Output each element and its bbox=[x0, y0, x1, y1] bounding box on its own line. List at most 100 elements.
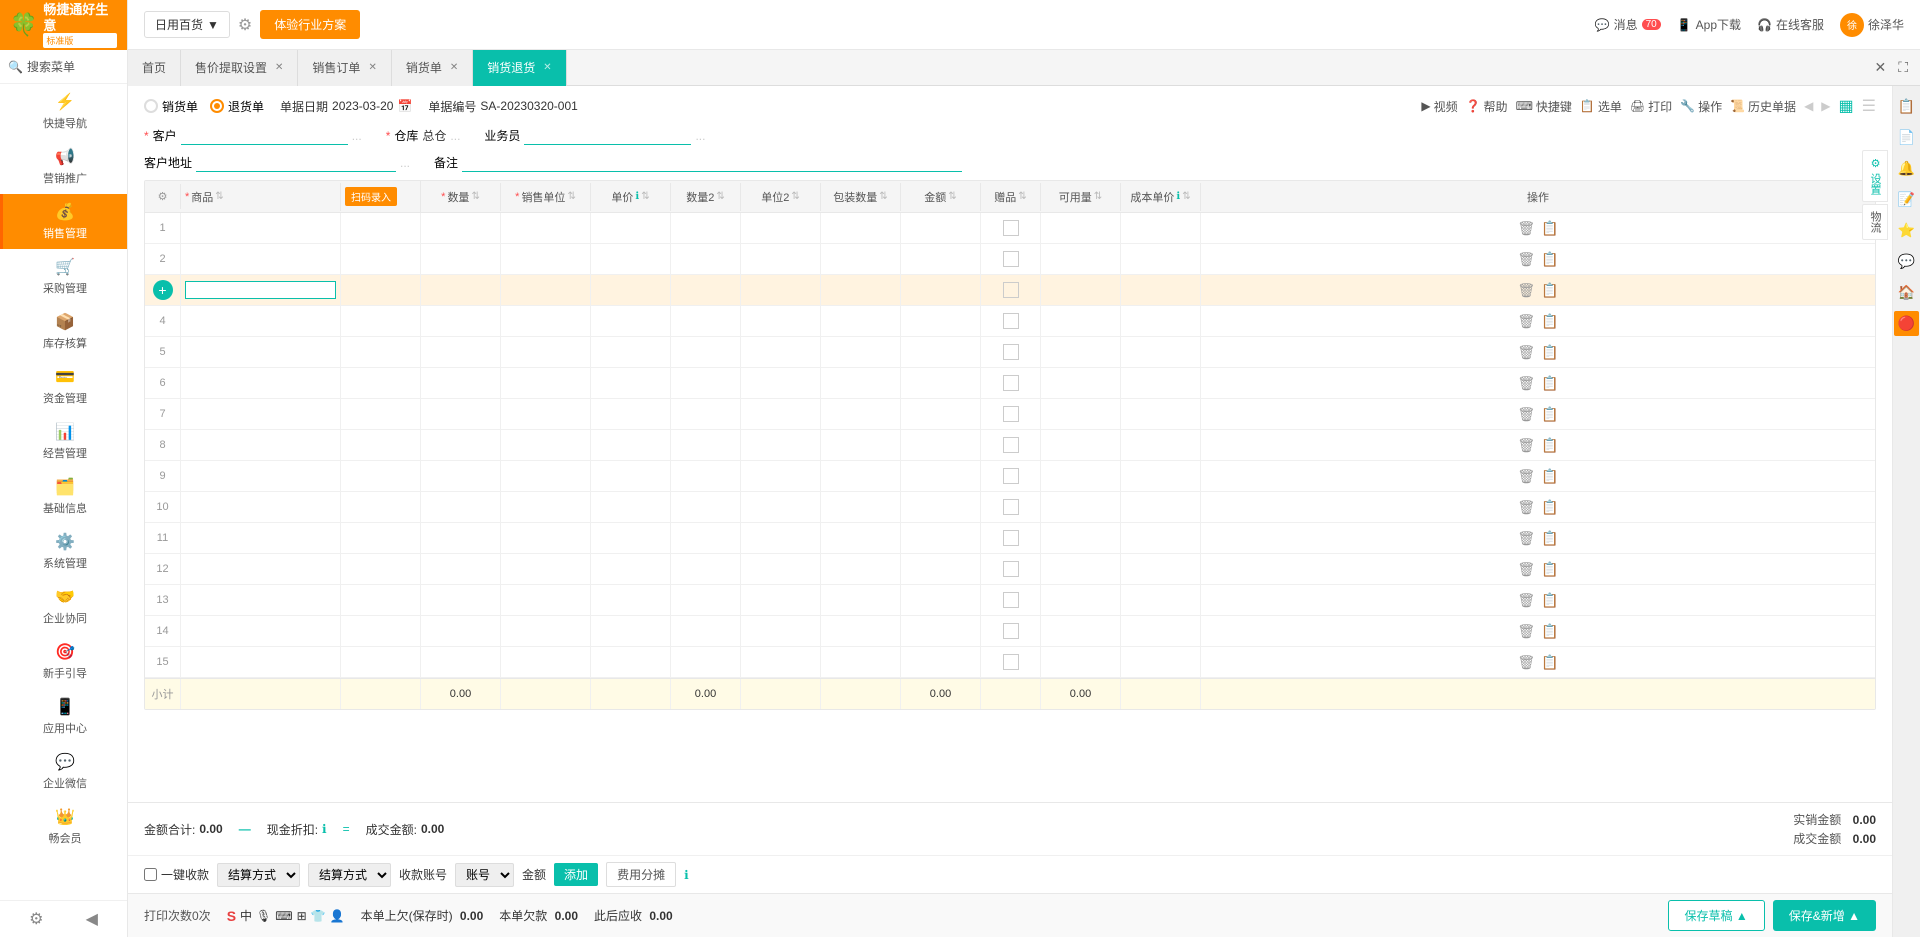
tab-sales-close[interactable]: ✕ bbox=[450, 62, 458, 73]
delete-row-btn[interactable]: 🗑 bbox=[1514, 498, 1538, 517]
copy-row-btn[interactable]: 📋 bbox=[1538, 312, 1561, 331]
save-draft-dropdown[interactable]: ▲ bbox=[1736, 909, 1748, 923]
industry-select[interactable]: 日用百货 ▼ bbox=[144, 11, 230, 38]
copy-row-btn[interactable]: 📋 bbox=[1538, 467, 1561, 486]
grid-icon[interactable]: ⊞ bbox=[297, 909, 307, 923]
th-unit2-sort[interactable]: ⇅ bbox=[791, 191, 799, 202]
delete-row-btn[interactable]: 🗑 bbox=[1514, 281, 1538, 300]
shirt-icon[interactable]: 👕 bbox=[311, 909, 326, 923]
copy-row-btn[interactable]: 📋 bbox=[1538, 343, 1561, 362]
delete-row-btn[interactable]: 🗑 bbox=[1514, 653, 1538, 672]
gift-checkbox[interactable] bbox=[1003, 530, 1019, 546]
gift-checkbox[interactable] bbox=[1003, 654, 1019, 670]
td-unit[interactable] bbox=[501, 213, 591, 243]
td-unit2-active[interactable] bbox=[741, 275, 821, 305]
td-product[interactable] bbox=[181, 244, 341, 274]
sidebar-item-quick-nav[interactable]: ⚡ 快捷导航 bbox=[0, 84, 127, 139]
toolbar-history[interactable]: 📜 历史单据 bbox=[1730, 98, 1796, 115]
mic-icon[interactable]: 🎙 bbox=[256, 909, 271, 923]
copy-row-btn[interactable]: 📋 bbox=[1538, 219, 1561, 238]
copy-row-btn[interactable]: 📋 bbox=[1538, 653, 1561, 672]
customer-input[interactable] bbox=[181, 126, 348, 145]
right-bar-icon-8[interactable]: 🔴 bbox=[1894, 311, 1919, 336]
td-avail[interactable] bbox=[1041, 244, 1121, 274]
add-row-btn[interactable]: + bbox=[153, 280, 173, 300]
settings-float-btn[interactable]: ⚙ 设置 bbox=[1862, 150, 1888, 202]
tab-sales-return[interactable]: 销货退货 ✕ bbox=[473, 50, 566, 86]
sidebar-item-marketing[interactable]: 📢 营销推广 bbox=[0, 139, 127, 194]
copy-row-btn[interactable]: 📋 bbox=[1538, 622, 1561, 641]
td-amount[interactable] bbox=[901, 244, 981, 274]
sidebar-item-wechat[interactable]: 💬 企业微信 bbox=[0, 744, 127, 799]
expand-icon[interactable]: ⛶ bbox=[1894, 57, 1912, 78]
close-all-icon[interactable]: ✕ bbox=[1870, 57, 1890, 78]
copy-row-btn[interactable]: 📋 bbox=[1538, 529, 1561, 548]
expense-info-icon[interactable]: ℹ bbox=[684, 868, 689, 882]
gift-checkbox[interactable] bbox=[1003, 313, 1019, 329]
sidebar-item-enterprise[interactable]: 🤝 企业协同 bbox=[0, 579, 127, 634]
th-qty-sort[interactable]: ⇅ bbox=[471, 191, 479, 202]
td-price[interactable] bbox=[591, 213, 671, 243]
save-new-btn[interactable]: 保存&新增 ▲ bbox=[1773, 900, 1876, 931]
expense-split-btn[interactable]: 费用分摊 bbox=[606, 862, 676, 887]
toolbar-select[interactable]: 📋 选单 bbox=[1580, 98, 1622, 115]
delete-row-btn[interactable]: 🗑 bbox=[1514, 529, 1538, 548]
copy-row-btn[interactable]: 📋 bbox=[1538, 560, 1561, 579]
customer-dots-btn[interactable]: ... bbox=[352, 129, 362, 143]
right-bar-icon-5[interactable]: ⭐ bbox=[1894, 218, 1919, 243]
sidebar-item-operations[interactable]: 📊 经营管理 bbox=[0, 414, 127, 469]
sidebar-item-inventory[interactable]: 📦 库存核算 bbox=[0, 304, 127, 359]
nav-prev[interactable]: ◀ bbox=[1804, 99, 1813, 113]
message-item[interactable]: 💬 消息 70 bbox=[1595, 16, 1661, 33]
td-gift[interactable] bbox=[981, 213, 1041, 243]
product-input-active[interactable] bbox=[185, 281, 336, 299]
delete-row-btn[interactable]: 🗑 bbox=[1514, 467, 1538, 486]
th-qty2-sort[interactable]: ⇅ bbox=[716, 191, 724, 202]
sidebar-search[interactable]: 🔍 搜索菜单 bbox=[0, 50, 127, 84]
delete-row-btn[interactable]: 🗑 bbox=[1514, 250, 1538, 269]
copy-row-btn[interactable]: 📋 bbox=[1538, 250, 1561, 269]
radio-sale[interactable]: 销货单 bbox=[144, 98, 198, 115]
tab-sales-return-close[interactable]: ✕ bbox=[543, 62, 551, 73]
tab-sales-order[interactable]: 销售订单 ✕ bbox=[298, 50, 391, 86]
td-qty-active[interactable] bbox=[421, 275, 501, 305]
th-settings[interactable]: ⚙ bbox=[145, 184, 181, 209]
collapse-icon[interactable]: ◀ bbox=[86, 909, 98, 929]
th-gift-sort[interactable]: ⇅ bbox=[1018, 191, 1026, 202]
keyboard-icon2[interactable]: ⌨ bbox=[275, 909, 292, 923]
td-cost[interactable] bbox=[1121, 244, 1201, 274]
toolbar-operate[interactable]: 🔧 操作 bbox=[1680, 98, 1722, 115]
td-unit2[interactable] bbox=[741, 244, 821, 274]
td-qty2[interactable] bbox=[671, 213, 741, 243]
sidebar-item-purchase[interactable]: 🛒 采购管理 bbox=[0, 249, 127, 304]
delete-row-btn[interactable]: 🗑 bbox=[1514, 312, 1538, 331]
addr-input[interactable] bbox=[196, 153, 396, 172]
logistics-float-btn[interactable]: 物流 bbox=[1862, 204, 1888, 240]
experience-btn[interactable]: 体验行业方案 bbox=[260, 10, 360, 39]
sidebar-item-member[interactable]: 👑 畅会员 bbox=[0, 799, 127, 854]
td-pkg[interactable] bbox=[821, 244, 901, 274]
td-amount-active[interactable] bbox=[901, 275, 981, 305]
sidebar-item-sales[interactable]: 💰 销售管理 bbox=[0, 194, 127, 249]
sidebar-item-newbie[interactable]: 🎯 新手引导 bbox=[0, 634, 127, 689]
topbar-settings-icon[interactable]: ⚙ bbox=[238, 15, 252, 35]
gift-checkbox[interactable] bbox=[1003, 437, 1019, 453]
td-pkg[interactable] bbox=[821, 213, 901, 243]
gift-checkbox[interactable] bbox=[1003, 406, 1019, 422]
view-list-icon[interactable]: ☰ bbox=[1862, 96, 1876, 116]
th-cost-info[interactable]: ℹ bbox=[1176, 191, 1180, 202]
td-avail-active[interactable] bbox=[1041, 275, 1121, 305]
staff-dots-btn[interactable]: ... bbox=[695, 129, 705, 143]
save-new-dropdown[interactable]: ▲ bbox=[1848, 909, 1860, 923]
td-gift[interactable] bbox=[981, 244, 1041, 274]
td-gift-active[interactable] bbox=[981, 275, 1041, 305]
gift-checkbox[interactable] bbox=[1003, 220, 1019, 236]
online-service-item[interactable]: 🎧 在线客服 bbox=[1757, 16, 1824, 33]
staff-input[interactable] bbox=[524, 126, 691, 145]
td-unit[interactable] bbox=[501, 244, 591, 274]
gift-checkbox[interactable] bbox=[1003, 344, 1019, 360]
input-method-icon[interactable]: 中 bbox=[240, 907, 252, 924]
calendar-icon[interactable]: 📅 bbox=[397, 99, 412, 113]
copy-row-btn[interactable]: 📋 bbox=[1538, 405, 1561, 424]
right-bar-icon-7[interactable]: 🏠 bbox=[1894, 280, 1919, 305]
